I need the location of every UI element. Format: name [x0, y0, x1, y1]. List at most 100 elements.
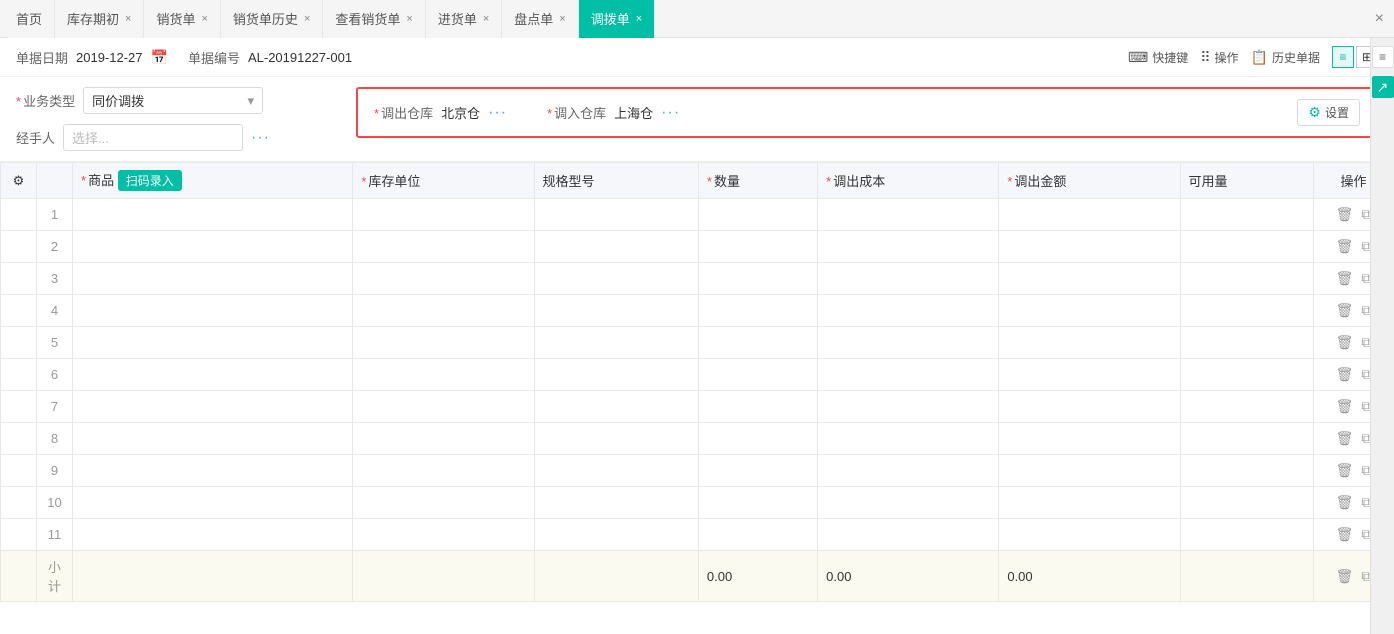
calendar-icon[interactable]: 📅: [151, 49, 168, 66]
row-product-cell[interactable]: [73, 487, 353, 519]
row-product-cell[interactable]: [73, 199, 353, 231]
row-qty-cell[interactable]: [698, 263, 817, 295]
row-spec-cell[interactable]: [534, 199, 698, 231]
row-amount-cell[interactable]: [999, 487, 1180, 519]
delete-icon[interactable]: 🗑: [1336, 366, 1354, 383]
row-product-cell[interactable]: [73, 231, 353, 263]
tab-inventory-init[interactable]: 库存期初 ×: [55, 0, 144, 38]
row-unit-cell[interactable]: [353, 295, 534, 327]
row-product-cell[interactable]: [73, 295, 353, 327]
row-spec-cell[interactable]: [534, 359, 698, 391]
subtotal-delete-icon[interactable]: 🗑: [1336, 568, 1354, 585]
tab-view-sales[interactable]: 查看销货单 ×: [323, 0, 425, 38]
row-cost-cell[interactable]: [818, 231, 999, 263]
tab-close-transfer-order[interactable]: ×: [636, 13, 642, 25]
handler-more-btn[interactable]: ···: [251, 129, 270, 147]
scan-input-button[interactable]: 扫码录入: [118, 170, 182, 191]
row-spec-cell[interactable]: [534, 423, 698, 455]
warehouse-in-more-btn[interactable]: ···: [661, 104, 680, 122]
row-qty-cell[interactable]: [698, 231, 817, 263]
tab-close-view-sales[interactable]: ×: [406, 13, 412, 25]
business-type-select[interactable]: 同价调拨 ▾: [83, 87, 263, 114]
row-amount-cell[interactable]: [999, 359, 1180, 391]
delete-icon[interactable]: 🗑: [1336, 398, 1354, 415]
row-unit-cell[interactable]: [353, 263, 534, 295]
row-qty-cell[interactable]: [698, 295, 817, 327]
tab-close-inventory-init[interactable]: ×: [125, 13, 131, 25]
row-cost-cell[interactable]: [818, 423, 999, 455]
row-spec-cell[interactable]: [534, 295, 698, 327]
tab-sales-history[interactable]: 销货单历史 ×: [221, 0, 323, 38]
delete-icon[interactable]: 🗑: [1336, 302, 1354, 319]
tab-close-sales-order[interactable]: ×: [201, 13, 207, 25]
handler-select[interactable]: 选择...: [63, 124, 243, 151]
row-product-cell[interactable]: [73, 519, 353, 551]
row-cost-cell[interactable]: [818, 359, 999, 391]
row-unit-cell[interactable]: [353, 327, 534, 359]
row-amount-cell[interactable]: [999, 263, 1180, 295]
row-amount-cell[interactable]: [999, 231, 1180, 263]
delete-icon[interactable]: 🗑: [1336, 334, 1354, 351]
row-amount-cell[interactable]: [999, 391, 1180, 423]
operation-action[interactable]: ⠿ 操作: [1200, 49, 1238, 66]
row-spec-cell[interactable]: [534, 487, 698, 519]
tab-close-inventory-count[interactable]: ×: [559, 13, 565, 25]
row-cost-cell[interactable]: [818, 327, 999, 359]
settings-button[interactable]: ⚙ 设置: [1297, 99, 1360, 126]
row-cost-cell[interactable]: [818, 391, 999, 423]
tab-home[interactable]: 首页: [8, 0, 55, 38]
tab-close-sales-history[interactable]: ×: [304, 13, 310, 25]
row-qty-cell[interactable]: [698, 391, 817, 423]
tab-sales-order[interactable]: 销货单 ×: [144, 0, 220, 38]
row-cost-cell[interactable]: [818, 263, 999, 295]
row-qty-cell[interactable]: [698, 327, 817, 359]
window-close-button[interactable]: ×: [1375, 10, 1384, 28]
row-spec-cell[interactable]: [534, 391, 698, 423]
row-amount-cell[interactable]: [999, 423, 1180, 455]
row-product-cell[interactable]: [73, 455, 353, 487]
delete-icon[interactable]: 🗑: [1336, 462, 1354, 479]
shortcut-action[interactable]: ⌨ 快捷键: [1128, 49, 1188, 66]
row-unit-cell[interactable]: [353, 391, 534, 423]
layout-list-btn[interactable]: ≡: [1332, 46, 1354, 68]
row-amount-cell[interactable]: [999, 199, 1180, 231]
delete-icon[interactable]: 🗑: [1336, 206, 1354, 223]
row-unit-cell[interactable]: [353, 519, 534, 551]
row-unit-cell[interactable]: [353, 455, 534, 487]
row-cost-cell[interactable]: [818, 487, 999, 519]
row-qty-cell[interactable]: [698, 359, 817, 391]
delete-icon[interactable]: 🗑: [1336, 494, 1354, 511]
row-product-cell[interactable]: [73, 391, 353, 423]
row-product-cell[interactable]: [73, 423, 353, 455]
row-product-cell[interactable]: [73, 327, 353, 359]
delete-icon[interactable]: 🗑: [1336, 526, 1354, 543]
row-qty-cell[interactable]: [698, 487, 817, 519]
tab-purchase-order[interactable]: 进货单 ×: [426, 0, 502, 38]
row-unit-cell[interactable]: [353, 423, 534, 455]
row-qty-cell[interactable]: [698, 455, 817, 487]
delete-icon[interactable]: 🗑: [1336, 430, 1354, 447]
row-qty-cell[interactable]: [698, 199, 817, 231]
row-spec-cell[interactable]: [534, 455, 698, 487]
row-spec-cell[interactable]: [534, 327, 698, 359]
row-unit-cell[interactable]: [353, 487, 534, 519]
row-qty-cell[interactable]: [698, 423, 817, 455]
row-cost-cell[interactable]: [818, 295, 999, 327]
row-cost-cell[interactable]: [818, 455, 999, 487]
row-amount-cell[interactable]: [999, 519, 1180, 551]
delete-icon[interactable]: 🗑: [1336, 270, 1354, 287]
row-unit-cell[interactable]: [353, 359, 534, 391]
row-spec-cell[interactable]: [534, 231, 698, 263]
row-amount-cell[interactable]: [999, 455, 1180, 487]
row-product-cell[interactable]: [73, 359, 353, 391]
row-cost-cell[interactable]: [818, 199, 999, 231]
table-wrapper[interactable]: ⚙ *商品 扫码录入 *库存单位 规格型号 *数量 *调出成本 *调出金额 可用…: [0, 162, 1394, 634]
tab-close-purchase-order[interactable]: ×: [483, 13, 489, 25]
row-amount-cell[interactable]: [999, 327, 1180, 359]
row-unit-cell[interactable]: [353, 231, 534, 263]
row-unit-cell[interactable]: [353, 199, 534, 231]
tab-inventory-count[interactable]: 盘点单 ×: [502, 0, 578, 38]
row-spec-cell[interactable]: [534, 263, 698, 295]
history-action[interactable]: 📋 历史单据: [1251, 49, 1320, 66]
warehouse-out-more-btn[interactable]: ···: [488, 104, 507, 122]
